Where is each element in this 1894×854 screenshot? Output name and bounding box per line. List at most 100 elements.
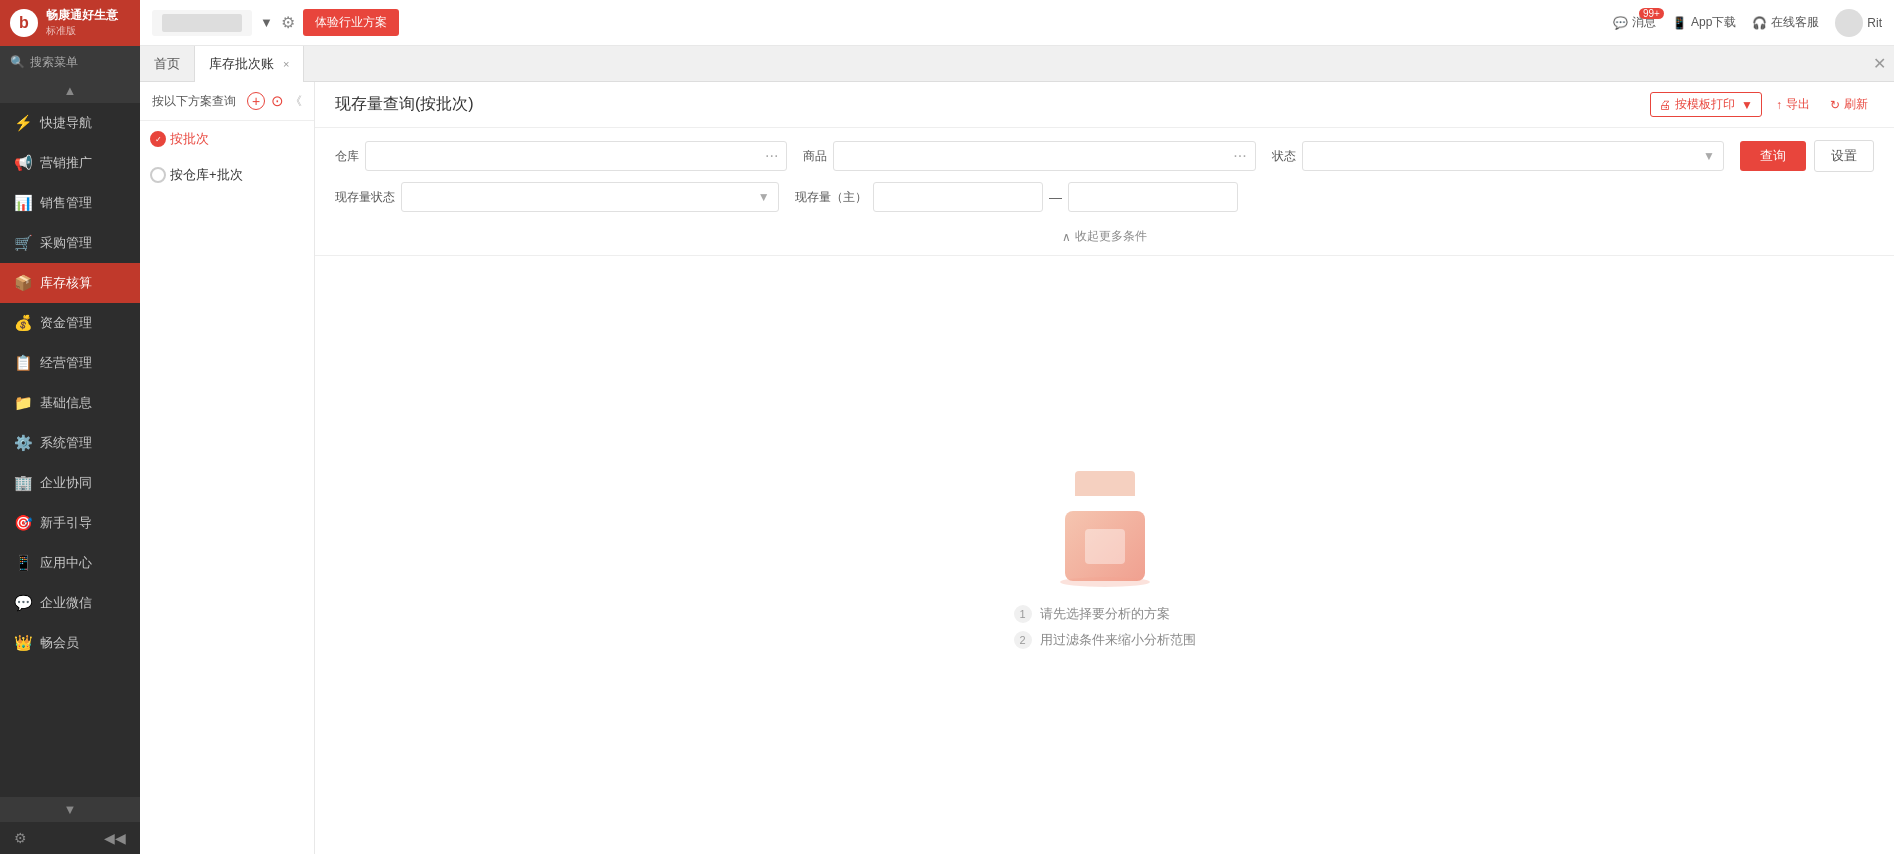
stock-status-filter: 现存量状态 ▼ [335, 182, 779, 212]
empty-illustration [1045, 461, 1165, 581]
app-download-button[interactable]: 📱 App下载 [1672, 14, 1736, 31]
main-content: ▼ ⚙ 体验行业方案 💬 消息 99+ 📱 App下载 🎧 在线客服 Rit [140, 0, 1894, 854]
collapse-label: 收起更多条件 [1075, 228, 1147, 245]
sidebar-item-system[interactable]: ⚙️ 系统管理 [0, 423, 140, 463]
member-icon: 👑 [14, 634, 32, 652]
sidebar-scroll-down[interactable]: ▼ [0, 797, 140, 821]
scheme-warehouse-batch-label: 按仓库+批次 [170, 166, 243, 184]
sidebar-item-label: 采购管理 [40, 234, 92, 252]
print-button[interactable]: 🖨 按模板打印 ▼ [1650, 92, 1762, 117]
sidebar-item-member[interactable]: 👑 畅会员 [0, 623, 140, 663]
stock-qty-label: 现存量（主） [795, 189, 867, 206]
sidebar-item-label: 库存核算 [40, 274, 92, 292]
add-scheme-icon[interactable]: + [247, 92, 265, 110]
tip-2-num: 2 [1014, 631, 1032, 649]
tab-inventory-batch[interactable]: 库存批次账 × [195, 46, 304, 82]
print-dropdown-arrow[interactable]: ▼ [1741, 98, 1753, 112]
user-profile[interactable]: Rit [1835, 9, 1882, 37]
sidebar-item-label: 快捷导航 [40, 114, 92, 132]
scheme-item-batch[interactable]: ✓ 按批次 [140, 121, 314, 157]
sidebar-item-label: 资金管理 [40, 314, 92, 332]
sidebar-scroll-up[interactable]: ▲ [0, 79, 140, 103]
filter-row-1: 仓库 ··· 商品 ··· 状态 [335, 140, 1874, 172]
refresh-button[interactable]: ↻ 刷新 [1824, 93, 1874, 116]
sidebar-item-operation[interactable]: 📋 经营管理 [0, 343, 140, 383]
sidebar-company-info: 畅康通好生意 标准版 [46, 8, 118, 38]
settings-button[interactable]: 设置 [1814, 140, 1874, 172]
sidebar-item-label: 应用中心 [40, 554, 92, 572]
tab-close-icon[interactable]: × [283, 58, 289, 70]
service-icon: 🎧 [1752, 16, 1767, 30]
sidebar-item-label: 基础信息 [40, 394, 92, 412]
page-content: 按以下方案查询 + ⊙ 《 ✓ 按批次 按仓库+批次 现存量查询(按批次) [140, 82, 1894, 854]
experience-button[interactable]: 体验行业方案 [303, 9, 399, 36]
purchase-icon: 🛒 [14, 234, 32, 252]
sidebar-item-sales[interactable]: 📊 销售管理 [0, 183, 140, 223]
app-icon: 📱 [1672, 16, 1687, 30]
sidebar-header: b 畅康通好生意 标准版 [0, 0, 140, 46]
page-header-actions: 🖨 按模板打印 ▼ ↑ 导出 ↻ 刷新 [1650, 92, 1874, 117]
settings-icon[interactable]: ⚙ [14, 830, 27, 846]
warehouse-input[interactable]: ··· [365, 141, 787, 171]
sidebar-item-label: 企业协同 [40, 474, 92, 492]
empty-box-body [1065, 511, 1145, 581]
query-button[interactable]: 查询 [1740, 141, 1806, 171]
username-label: Rit [1867, 16, 1882, 30]
sidebar-item-apps[interactable]: 📱 应用中心 [0, 543, 140, 583]
panel-collapse-icon[interactable]: 《 [290, 93, 302, 110]
tabs-close-all-icon[interactable]: ✕ [1873, 54, 1886, 73]
sidebar-item-finance[interactable]: 💰 资金管理 [0, 303, 140, 343]
sidebar-item-purchase[interactable]: 🛒 采购管理 [0, 223, 140, 263]
filter-row-2: 现存量状态 ▼ 现存量（主） — [335, 182, 1874, 212]
goods-dots[interactable]: ··· [1233, 147, 1246, 165]
scheme-item-warehouse-batch[interactable]: 按仓库+批次 [140, 157, 314, 193]
scheme-settings-icon[interactable]: ⊙ [271, 92, 284, 110]
sidebar-edition: 标准版 [46, 24, 118, 38]
stock-qty-dash: — [1049, 190, 1062, 205]
page-title: 现存量查询(按批次) [335, 94, 474, 115]
operation-icon: 📋 [14, 354, 32, 372]
sidebar-item-basic[interactable]: 📁 基础信息 [0, 383, 140, 423]
message-button[interactable]: 💬 消息 99+ [1613, 14, 1656, 31]
topbar-dropdown[interactable]: ▼ [260, 15, 273, 30]
sidebar-search[interactable]: 🔍 搜索菜单 [0, 46, 140, 79]
filter-area: 仓库 ··· 商品 ··· 状态 [315, 128, 1894, 256]
service-button[interactable]: 🎧 在线客服 [1752, 14, 1819, 31]
page-header: 现存量查询(按批次) 🖨 按模板打印 ▼ ↑ 导出 ↻ 刷新 [315, 82, 1894, 128]
topbar-settings-icon[interactable]: ⚙ [281, 13, 295, 32]
empty-tip-1: 1 请先选择要分析的方案 [1014, 605, 1196, 623]
sidebar-item-guide[interactable]: 🎯 新手引导 [0, 503, 140, 543]
sidebar-item-marketing[interactable]: 📢 营销推广 [0, 143, 140, 183]
collapse-more-button[interactable]: ∧ 收起更多条件 [335, 222, 1874, 249]
sidebar-item-label: 新手引导 [40, 514, 92, 532]
sidebar-footer: ⚙ ◀◀ [0, 821, 140, 854]
warehouse-filter: 仓库 ··· [335, 141, 787, 171]
sidebar-item-quick[interactable]: ⚡ 快捷导航 [0, 103, 140, 143]
status-select[interactable]: ▼ [1302, 141, 1724, 171]
basic-icon: 📁 [14, 394, 32, 412]
goods-input[interactable]: ··· [833, 141, 1255, 171]
stock-status-label: 现存量状态 [335, 189, 395, 206]
warehouse-dots[interactable]: ··· [765, 147, 778, 165]
stock-status-arrow-icon: ▼ [758, 190, 770, 204]
stock-status-select[interactable]: ▼ [401, 182, 779, 212]
message-badge: 99+ [1639, 8, 1664, 19]
topbar-right: 💬 消息 99+ 📱 App下载 🎧 在线客服 Rit [1613, 9, 1882, 37]
sidebar-item-wechat[interactable]: 💬 企业微信 [0, 583, 140, 623]
search-icon: 🔍 [10, 55, 25, 69]
export-button[interactable]: ↑ 导出 [1770, 93, 1816, 116]
enterprise-icon: 🏢 [14, 474, 32, 492]
stock-qty-max-input[interactable] [1068, 182, 1238, 212]
collapse-sidebar-icon[interactable]: ◀◀ [104, 830, 126, 846]
goods-filter: 商品 ··· [803, 141, 1255, 171]
marketing-icon: 📢 [14, 154, 32, 172]
tip-2-text: 用过滤条件来缩小分析范围 [1040, 631, 1196, 649]
tab-home-label: 首页 [154, 55, 180, 73]
tab-home[interactable]: 首页 [140, 46, 195, 82]
sidebar-item-label: 企业微信 [40, 594, 92, 612]
stock-qty-min-input[interactable] [873, 182, 1043, 212]
sidebar-item-inventory[interactable]: 📦 库存核算 [0, 263, 140, 303]
sidebar-item-enterprise[interactable]: 🏢 企业协同 [0, 463, 140, 503]
empty-box-face [1085, 529, 1125, 564]
empty-state: 1 请先选择要分析的方案 2 用过滤条件来缩小分析范围 [315, 256, 1894, 854]
